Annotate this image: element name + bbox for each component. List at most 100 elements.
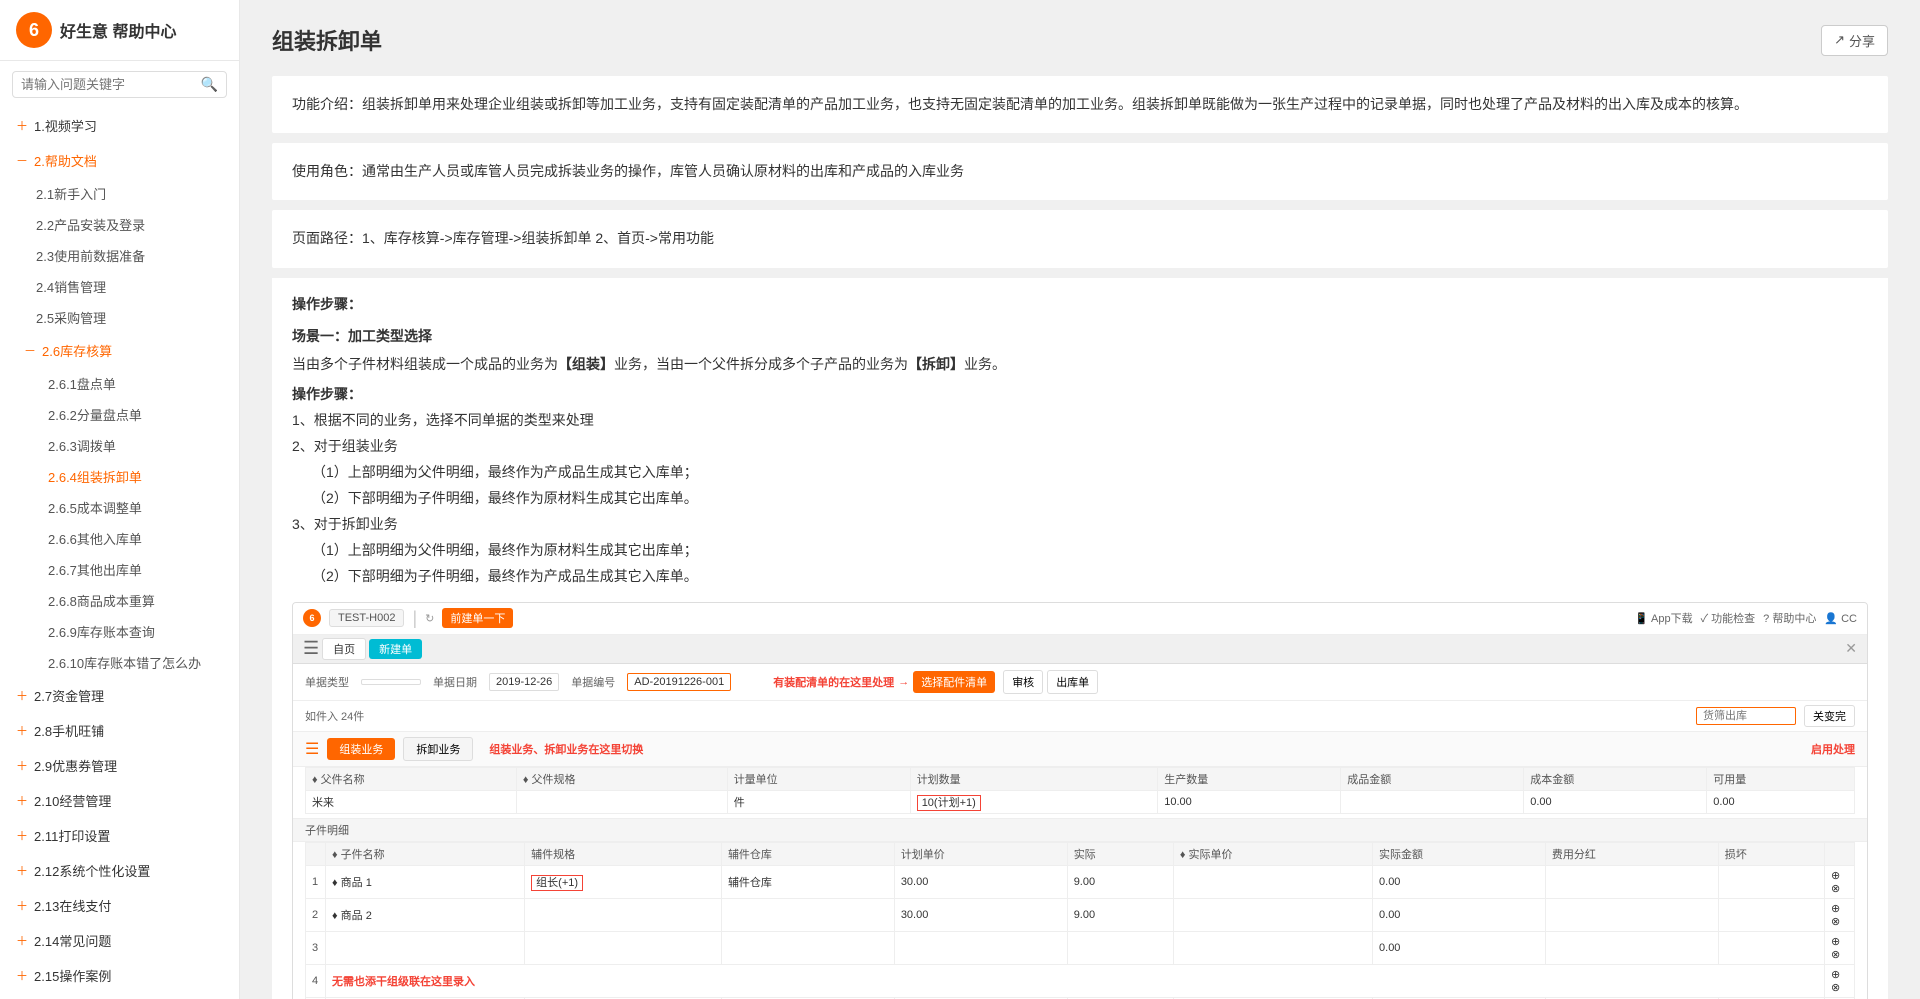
- confirm-button[interactable]: 关变完: [1804, 705, 1855, 727]
- sidebar-toggle-icon[interactable]: ☰: [303, 638, 319, 659]
- annotation-right-text: 有装配清单的在这里处理: [773, 674, 894, 690]
- nav-label-docs: 2.帮助文档: [34, 151, 97, 170]
- cell-child-name-3: [326, 931, 525, 964]
- sidebar-item-finance[interactable]: ＋ 2.7资金管理: [0, 678, 239, 713]
- nav-label-inventory: 2.6库存核算: [42, 341, 112, 360]
- sidebar-item-data-prep[interactable]: 2.3使用前数据准备: [0, 240, 239, 271]
- cell-child-wh-3: [721, 931, 894, 964]
- sidebar-item-mobile[interactable]: ＋ 2.8手机旺铺: [0, 713, 239, 748]
- cell-cost-share-3: [1545, 931, 1718, 964]
- nav-label-data-prep: 2.3使用前数据准备: [36, 249, 145, 264]
- sidebar-item-install[interactable]: 2.2产品安装及登录: [0, 209, 239, 240]
- sidebar-item-docs[interactable]: － 2.帮助文档: [0, 143, 239, 178]
- ops-block: 操作步骤： 场景一：加工类型选择 当由多个子件材料组装成一个成品的业务为【组装】…: [272, 278, 1888, 999]
- approve-button[interactable]: 审核: [1003, 670, 1043, 694]
- sidebar-item-other-out[interactable]: 2.6.7其他出库单: [0, 554, 239, 585]
- assembly-btn[interactable]: 组装业务: [327, 738, 395, 760]
- logo-icon: 6: [16, 12, 52, 48]
- sidebar-item-cost-adj[interactable]: 2.6.5成本调整单: [0, 492, 239, 523]
- filter-input[interactable]: [1696, 707, 1796, 725]
- sidebar-item-other-in[interactable]: 2.6.6其他入库单: [0, 523, 239, 554]
- minus-icon: －: [16, 152, 28, 169]
- search-box[interactable]: 🔍: [12, 71, 227, 98]
- cell-child-wh-1: 辅件仓库: [721, 865, 894, 898]
- sidebar-item-faq[interactable]: ＋ 2.14常见问题: [0, 923, 239, 958]
- cell-plan-price-1: 30.00: [894, 865, 1067, 898]
- app-count-row: 如件入 24件 关变完: [293, 701, 1867, 732]
- form-docno-label: 单据编号: [571, 674, 615, 690]
- plus-icon-online-pay: ＋: [16, 897, 28, 914]
- sidebar: 6 好生意 帮助中心 🔍 ＋ 1.视频学习 － 2.帮助文档 2.1新手入门 2…: [0, 0, 240, 999]
- plus-icon-faq: ＋: [16, 932, 28, 949]
- step-2: 2、对于组装业务: [292, 436, 1868, 456]
- app-right-controls: 关变完: [1696, 705, 1855, 727]
- upper-table-container: ♦ 父件名称 ♦ 父件规格 计量单位 计划数量 生产数量 成品金额 成本金额 可…: [293, 767, 1867, 818]
- app-tabs-row: ☰ 自页 新建单 ✕: [293, 635, 1867, 664]
- th-child-warehouse: 辅件仓库: [721, 842, 894, 865]
- search-icon[interactable]: 🔍: [201, 76, 218, 93]
- app-icon-help: ? 帮助中心: [1763, 610, 1816, 626]
- sidebar-item-inventory[interactable]: － 2.6库存核算: [0, 333, 239, 368]
- cell-action-1[interactable]: ⊕ ⊗: [1825, 865, 1855, 898]
- cell-child-wh-2: [721, 898, 894, 931]
- cell-cost-share-2: [1545, 898, 1718, 931]
- path-text: 页面路径：1、库存核算->库存管理->组装拆卸单 2、首页->常用功能: [292, 226, 1868, 251]
- app-icon-cc: 👤 CC: [1824, 612, 1857, 625]
- cell-actual-2: 9.00: [1067, 898, 1173, 931]
- cell-actual-amount-3: 0.00: [1373, 931, 1546, 964]
- cell-child-spec-3: [525, 931, 722, 964]
- nav-label-cost-calc: 2.6.8商品成本重算: [48, 594, 155, 609]
- sidebar-item-transfer[interactable]: 2.6.3调拨单: [0, 430, 239, 461]
- sidebar-item-coupon[interactable]: ＋ 2.9优惠券管理: [0, 748, 239, 783]
- cell-actual-price-3: [1173, 931, 1372, 964]
- sidebar-item-cases[interactable]: ＋ 2.15操作案例: [0, 958, 239, 993]
- share-button[interactable]: ↗ 分享: [1821, 25, 1888, 56]
- close-tab-icon[interactable]: ✕: [1845, 640, 1857, 657]
- cell-actual-amount-2: 0.00: [1373, 898, 1546, 931]
- left-icon-bar: ☰: [305, 739, 319, 759]
- share-icon: ↗: [1834, 32, 1845, 48]
- cell-cost-share-1: [1545, 865, 1718, 898]
- th-actual: 实际: [1067, 842, 1173, 865]
- tab-new-doc[interactable]: 新建单: [369, 639, 422, 659]
- cell-action-4[interactable]: ⊕ ⊗: [1825, 964, 1855, 997]
- nav-label-purchase: 2.5采购管理: [36, 311, 106, 326]
- cell-actual-price-1: [1173, 865, 1372, 898]
- search-input[interactable]: [21, 77, 201, 92]
- lower-table-container: ♦ 子件名称 辅件规格 辅件仓库 计划单价 实际 ♦ 实际单价 实际金额 费用分…: [293, 842, 1867, 999]
- sidebar-item-sales[interactable]: 2.4销售管理: [0, 271, 239, 302]
- sidebar-item-video[interactable]: ＋ 1.视频学习: [0, 108, 239, 143]
- cell-child-spec-2: [525, 898, 722, 931]
- sidebar-item-stocktake[interactable]: 2.6.1盘点单: [0, 368, 239, 399]
- form-docno-value[interactable]: AD-20191226-001: [627, 673, 731, 691]
- new-doc-button[interactable]: 前建单一下: [442, 608, 513, 628]
- th-available: 可用量: [1707, 767, 1855, 790]
- plus-icon-custom: ＋: [16, 862, 28, 879]
- sidebar-item-stock-error[interactable]: 2.6.10库存账本错了怎么办: [0, 647, 239, 678]
- cell-action-3[interactable]: ⊕ ⊗: [1825, 931, 1855, 964]
- nav-label-mobile: 2.8手机旺铺: [34, 721, 104, 740]
- disassembly-btn[interactable]: 拆卸业务: [403, 737, 473, 761]
- form-doctype-label: 单据类型: [305, 674, 349, 690]
- sidebar-item-online-pay[interactable]: ＋ 2.13在线支付: [0, 888, 239, 923]
- sidebar-item-split-stock[interactable]: 2.6.2分量盘点单: [0, 399, 239, 430]
- nav-label-stock-check: 2.6.9库存账本查询: [48, 625, 155, 640]
- sidebar-item-assembly[interactable]: 2.6.4组装拆卸单: [0, 461, 239, 492]
- sidebar-item-ops[interactable]: ＋ 2.10经营管理: [0, 783, 239, 818]
- sidebar-item-cost-calc[interactable]: 2.6.8商品成本重算: [0, 585, 239, 616]
- upper-table-row-1: 米来 件 10(计划+1) 10.00 0.00 0.00: [306, 790, 1855, 813]
- cell-damage-3: [1718, 931, 1824, 964]
- sidebar-item-print[interactable]: ＋ 2.11打印设置: [0, 818, 239, 853]
- sidebar-item-purchase[interactable]: 2.5采购管理: [0, 302, 239, 333]
- form-doctype-value[interactable]: [361, 679, 421, 685]
- select-bom-button[interactable]: 选择配件清单: [913, 671, 995, 693]
- nav-label-video: 1.视频学习: [34, 116, 97, 135]
- form-date-value[interactable]: 2019-12-26: [489, 673, 559, 691]
- sidebar-item-stock-check[interactable]: 2.6.9库存账本查询: [0, 616, 239, 647]
- other-out-button[interactable]: 出库单: [1047, 670, 1098, 694]
- sidebar-item-newbie[interactable]: 2.1新手入门: [0, 178, 239, 209]
- cell-action-2[interactable]: ⊕ ⊗: [1825, 898, 1855, 931]
- left-icon-1[interactable]: ☰: [305, 739, 319, 759]
- tab-home[interactable]: 自页: [322, 638, 366, 660]
- sidebar-item-custom[interactable]: ＋ 2.12系统个性化设置: [0, 853, 239, 888]
